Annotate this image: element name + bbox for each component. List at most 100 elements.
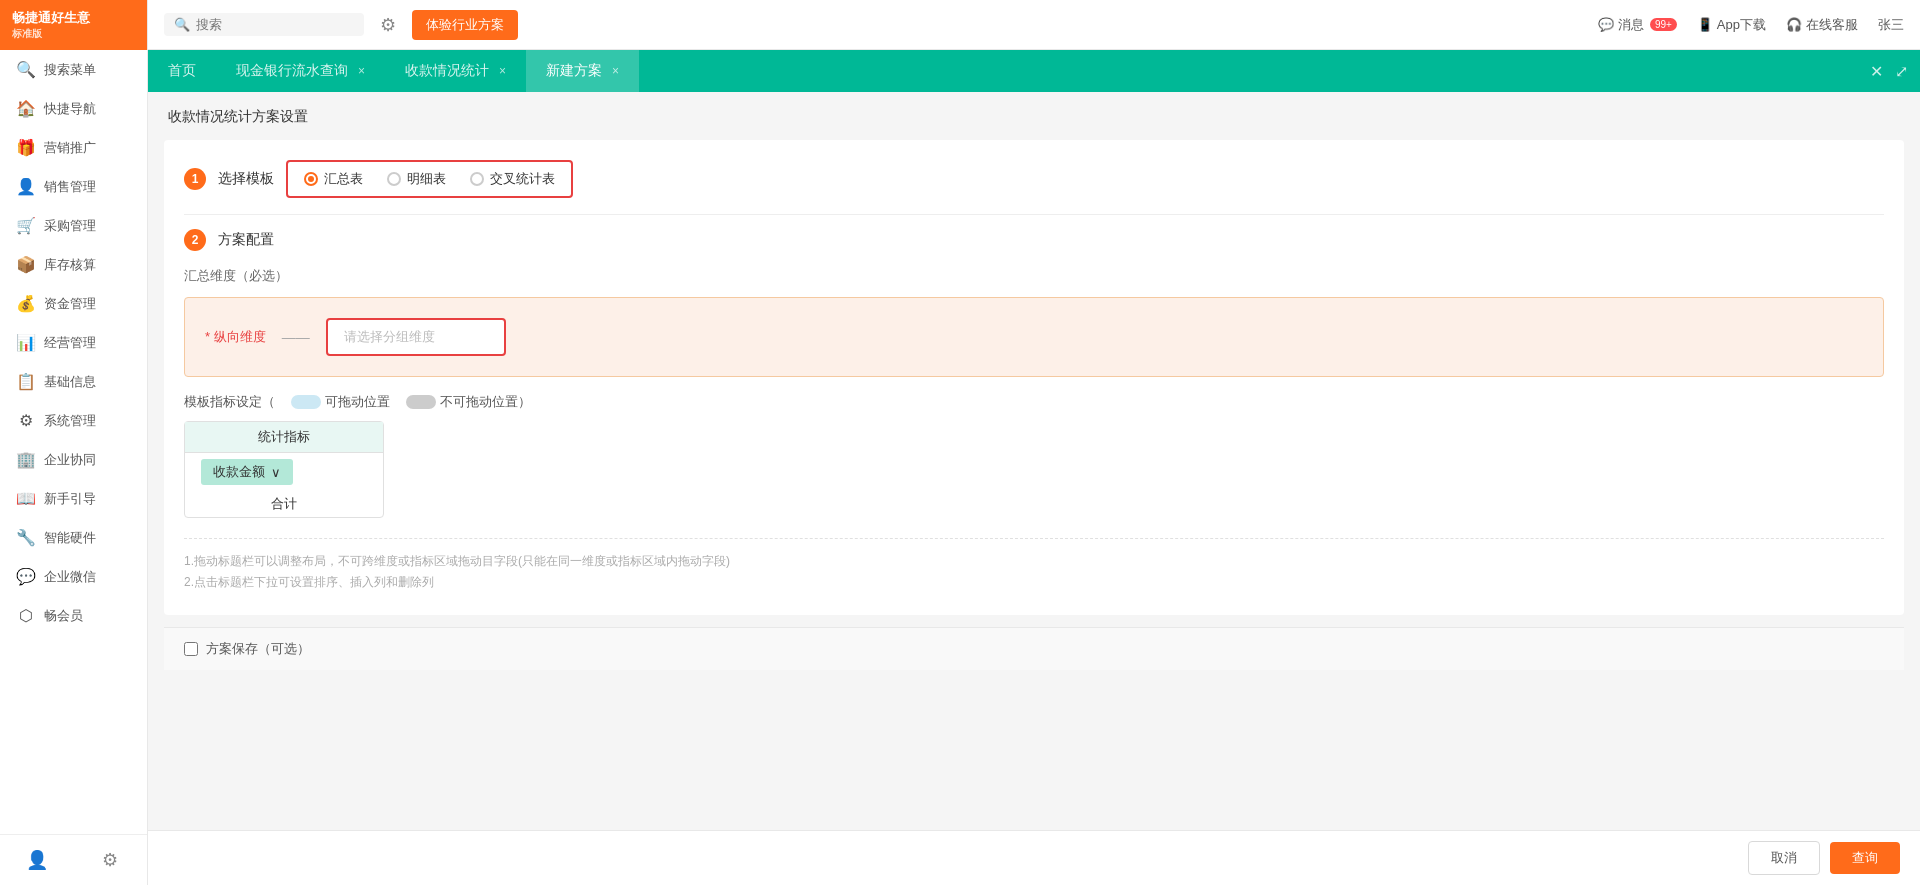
sidebar-bottom-right[interactable]: ⚙ [74,843,148,877]
search-menu-icon: 🔍 [16,60,36,79]
indicator-total-label: 合计 [185,491,383,517]
tab-collection-stats[interactable]: 收款情况统计× [385,50,526,92]
operations-icon: 📊 [16,333,36,352]
tab-label: 现金银行流水查询 [236,62,348,80]
purchase-icon: 🛒 [16,216,36,235]
radio-dot-cross [470,172,484,186]
download-btn[interactable]: 📱 App下载 [1697,16,1766,34]
sidebar-bottom: 👤 ⚙ [0,834,147,885]
sidebar-item-system[interactable]: ⚙系统管理 [0,401,147,440]
main-card: 1 选择模板 汇总表明细表交叉统计表 2 方案配置 汇总维度（必选） 纵向维度 … [164,140,1904,615]
tab-home[interactable]: 首页 [148,50,216,92]
sidebar-item-purchase[interactable]: 🛒采购管理 [0,206,147,245]
tab-label: 首页 [168,62,196,80]
sidebar-item-member[interactable]: ⬡畅会员 [0,596,147,635]
tab-label: 新建方案 [546,62,602,80]
app-logo: 畅捷通好生意 标准版 [0,0,147,50]
download-label: App下载 [1717,16,1766,34]
immovable-badge [406,395,436,409]
sidebar-item-label: 系统管理 [44,412,96,430]
dimension-section-label: 汇总维度（必选） [184,267,1884,285]
industry-btn[interactable]: 体验行业方案 [412,10,518,40]
sidebar-item-basic-info[interactable]: 📋 基础信息 [0,362,147,401]
topbar: 🔍 ⚙ 体验行业方案 💬 消息 99+ 📱 App下载 🎧 在线客服 张三 [148,0,1920,50]
tab-close-collection-stats[interactable]: × [499,64,506,78]
sidebar-item-search-menu[interactable]: 🔍 搜索菜单 [0,50,147,89]
user-label: 张三 [1878,16,1904,34]
maximize-icon[interactable]: ⤢ [1895,62,1908,81]
save-section: 方案保存（可选） [164,627,1904,670]
app-version: 标准版 [12,27,90,41]
sidebar-item-label: 企业协同 [44,451,96,469]
radio-summary[interactable]: 汇总表 [304,170,363,188]
tips-section: 1.拖动标题栏可以调整布局，不可跨维度或指标区域拖动目字段(只能在同一维度或指标… [184,538,1884,591]
sidebar-item-inventory[interactable]: 📦 库存核算 [0,245,147,284]
footer-bar: 取消 查询 [148,830,1920,885]
sidebar-item-beginner[interactable]: 📖新手引导 [0,479,147,518]
search-box[interactable]: 🔍 [164,13,364,36]
cancel-button[interactable]: 取消 [1748,841,1820,875]
indicator-table: 统计指标 收款金额 ∨ 合计 [184,421,384,518]
sidebar-item-label: 库存核算 [44,256,96,274]
smart-hardware-icon: 🔧 [16,528,36,547]
sidebar-item-quick-nav[interactable]: 🏠快捷导航 [0,89,147,128]
sidebar-item-label: 资金管理 [44,295,96,313]
tab-cash-bank[interactable]: 现金银行流水查询 × [216,50,385,92]
dimension-select[interactable]: 请选择分组维度 [326,318,506,356]
radio-label-detail: 明细表 [407,170,446,188]
sidebar-item-corp-collab[interactable]: 🏢企业协同 [0,440,147,479]
sidebar-item-smart-hardware[interactable]: 🔧 智能硬件 [0,518,147,557]
radio-dot-detail [387,172,401,186]
step2-badge: 2 [184,229,206,251]
service-btn[interactable]: 🎧 在线客服 [1786,16,1858,34]
sidebar-item-sales[interactable]: 👤销售管理 [0,167,147,206]
sidebar-item-operations[interactable]: 📊 经营管理 [0,323,147,362]
sidebar-bottom-left[interactable]: 👤 [0,843,74,877]
inventory-icon: 📦 [16,255,36,274]
sidebar-item-label: 基础信息 [44,373,96,391]
message-badge: 99+ [1650,18,1677,31]
dimension-arrow-icon: —— [282,329,310,345]
basic-info-icon: 📋 [16,372,36,391]
sidebar-item-finance[interactable]: 💰 资金管理 [0,284,147,323]
sidebar-item-marketing[interactable]: 🎁营销推广 [0,128,147,167]
query-button[interactable]: 查询 [1830,842,1900,874]
indicator-chip[interactable]: 收款金额 ∨ [201,459,293,485]
template-radio-group: 汇总表 明细表 交叉统计表 [286,160,573,198]
settings-icon[interactable]: ⚙ [380,14,396,36]
save-label: 方案保存（可选） [206,640,310,658]
save-checkbox[interactable] [184,642,198,656]
marketing-icon: 🎁 [16,138,36,157]
divider1 [184,214,1884,215]
finance-icon: 💰 [16,294,36,313]
content-area: 收款情况统计方案设置 1 选择模板 汇总表明细表交叉统计表 2 方案配置 汇总维… [148,92,1920,830]
immovable-indicator: 不可拖动位置） [406,393,531,411]
message-label: 消息 [1618,16,1644,34]
sidebar-item-label: 搜索菜单 [44,61,96,79]
sidebar-item-corp-wechat[interactable]: 💬企业微信 [0,557,147,596]
tab-new-plan[interactable]: 新建方案 × [526,50,639,92]
radio-cross[interactable]: 交叉统计表 [470,170,555,188]
tip-line-1: 1.拖动标题栏可以调整布局，不可跨维度或指标区域拖动目字段(只能在同一维度或指标… [184,553,1884,570]
sidebar-item-label: 畅会员 [44,607,83,625]
tab-close-new-plan[interactable]: × [612,64,619,78]
radio-detail[interactable]: 明细表 [387,170,446,188]
movable-indicator: 可拖动位置 [291,393,390,411]
message-btn[interactable]: 💬 消息 99+ [1598,16,1677,34]
step1-label: 选择模板 [218,170,274,188]
movable-badge [291,395,321,409]
message-icon: 💬 [1598,17,1614,32]
indicator-header: 模板指标设定（ 可拖动位置 不可拖动位置） [184,393,1884,411]
step1-row: 1 选择模板 汇总表明细表交叉统计表 [184,160,1884,198]
service-icon: 🎧 [1786,17,1802,32]
close-window-icon[interactable]: ✕ [1870,62,1883,81]
step2-row: 2 方案配置 [184,229,1884,251]
sidebar-item-label: 经营管理 [44,334,96,352]
user-name[interactable]: 张三 [1878,16,1904,34]
indicator-chip-label: 收款金额 [213,463,265,481]
radio-dot-summary [304,172,318,186]
sidebar-item-label: 智能硬件 [44,529,96,547]
search-input[interactable] [196,17,336,32]
tab-close-cash-bank[interactable]: × [358,64,365,78]
dimension-row: 纵向维度 —— 请选择分组维度 [205,318,1863,356]
